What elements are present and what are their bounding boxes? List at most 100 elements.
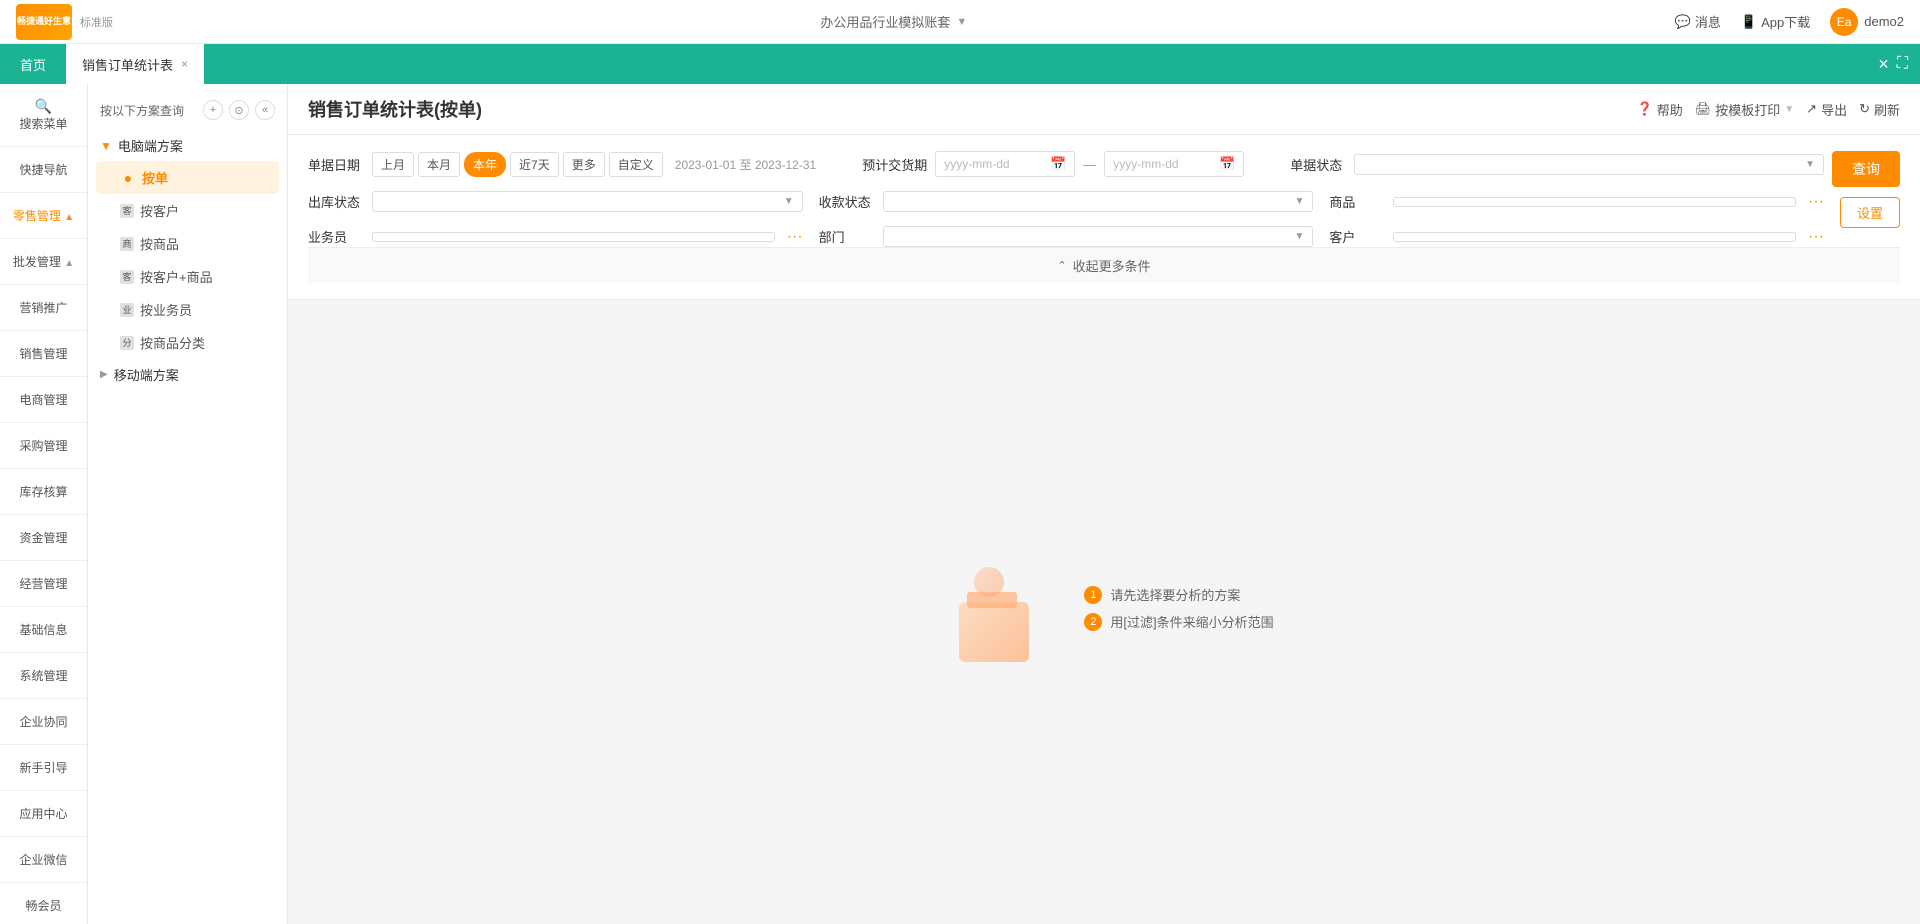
dept-select[interactable]: ▼ <box>883 226 1314 247</box>
sidebar-item-wholesale[interactable]: 批发管理 ▲ <box>0 239 87 285</box>
sidebar-item-ecommerce-label: 电商管理 <box>19 393 67 407</box>
date-btn-custom[interactable]: 自定义 <box>609 152 663 177</box>
settings-button[interactable]: 设置 <box>1840 197 1900 228</box>
date-btn-this-year[interactable]: 本年 <box>464 152 506 177</box>
expected-date-label: 预计交货期 <box>862 155 927 174</box>
collapse-label: 收起更多条件 <box>1073 256 1151 275</box>
top-bar: 畅捷通好生意 标准版 办公用品行业模拟账套 ▼ 💬 消息 📱 App下载 Ea … <box>0 0 1920 44</box>
pay-status-filter: 收款状态 ▼ <box>819 191 1314 212</box>
product-dots[interactable]: ··· <box>1808 193 1824 211</box>
scheme-item-by-customer[interactable]: 客 按客户 <box>96 194 279 227</box>
sidebar-item-marketing[interactable]: 营销推广 <box>0 285 87 331</box>
hint-num-2: 2 <box>1084 613 1102 631</box>
sidebar-item-inventory[interactable]: 库存核算 <box>0 469 87 515</box>
app-download-button[interactable]: 📱 App下载 <box>1741 12 1810 31</box>
sidebar-item-corp-collab[interactable]: 企业协同 <box>0 699 87 745</box>
add-scheme-button[interactable]: + <box>203 100 223 120</box>
expected-date-end[interactable]: yyyy-mm-dd 📅 <box>1104 151 1244 177</box>
message-button[interactable]: 💬 消息 <box>1675 12 1721 31</box>
user-area[interactable]: Ea demo2 <box>1830 8 1904 36</box>
help-label: 帮助 <box>1657 100 1683 119</box>
sidebar-item-app-center[interactable]: 应用中心 <box>0 791 87 837</box>
message-icon: 💬 <box>1675 14 1691 30</box>
sidebar-item-retail[interactable]: 零售管理 ▲ <box>0 193 87 239</box>
customer-select[interactable] <box>1393 232 1796 242</box>
filter-row-2: 出库状态 ▼ 收款状态 ▼ <box>308 191 1824 212</box>
workspace-selector[interactable]: 办公用品行业模拟账套 ▼ <box>820 12 967 31</box>
search-button[interactable]: 查询 <box>1832 151 1900 187</box>
hint-num-1: 1 <box>1084 586 1102 604</box>
scheme-by-salesman-icon: 业 <box>120 303 134 317</box>
sidebar-item-basic-info[interactable]: 基础信息 <box>0 607 87 653</box>
print-button[interactable]: 🖨 按模板打印 ▼ <box>1695 100 1794 119</box>
filter-right-buttons: 查询 设置 <box>1832 151 1900 228</box>
sidebar-item-system[interactable]: 系统管理 <box>0 653 87 699</box>
sidebar-item-member[interactable]: 畅会员 <box>0 883 87 924</box>
print-label: 按模板打印 <box>1715 100 1780 119</box>
tab-close-icon[interactable]: × <box>181 57 188 71</box>
help-button[interactable]: ❓ 帮助 <box>1637 100 1683 119</box>
tab-home[interactable]: 首页 <box>0 44 66 84</box>
salesman-label: 业务员 <box>308 227 364 246</box>
page-title: 销售订单统计表(按单) <box>308 96 482 134</box>
scheme-item-by-customer-product[interactable]: 客 按客户+商品 <box>96 260 279 293</box>
tab-bar-right: × ⛶ <box>1878 54 1920 75</box>
sidebar-item-ecommerce[interactable]: 电商管理 <box>0 377 87 423</box>
scheme-by-customer-icon: 客 <box>120 204 134 218</box>
calendar-icon-1: 📅 <box>1050 156 1066 172</box>
out-status-select[interactable]: ▼ <box>372 191 803 212</box>
collapse-chevron-icon: ⌃ <box>1057 259 1066 272</box>
product-select[interactable] <box>1393 197 1796 207</box>
sidebar-item-purchase[interactable]: 采购管理 <box>0 423 87 469</box>
sidebar-search[interactable]: 🔍 搜索菜单 <box>0 84 87 147</box>
date-btn-more[interactable]: 更多 <box>563 152 605 177</box>
empty-hint-2: 2 用[过滤]条件来缩小分析范围 <box>1084 612 1273 631</box>
refresh-button[interactable]: ↻ 刷新 <box>1859 100 1900 119</box>
username: demo2 <box>1864 14 1904 29</box>
workspace-dropdown-icon[interactable]: ▼ <box>956 16 967 28</box>
mobile-scheme-group-header[interactable]: ▶ 移动端方案 <box>96 359 279 390</box>
sidebar-item-newbie[interactable]: 新手引导 <box>0 745 87 791</box>
collapse-filter-button[interactable]: ⌃ 收起更多条件 <box>308 247 1900 283</box>
scheme-item-by-product[interactable]: 商 按商品 <box>96 227 279 260</box>
export-button[interactable]: ↗ 导出 <box>1806 100 1847 119</box>
doc-status-select[interactable]: ▼ <box>1354 154 1824 175</box>
salesman-dots[interactable]: ··· <box>787 228 803 246</box>
doc-status-arrow: ▼ <box>1805 159 1815 170</box>
pay-status-select[interactable]: ▼ <box>883 191 1314 212</box>
date-btn-this-month[interactable]: 本月 <box>418 152 460 177</box>
sidebar-item-basic-info-label: 基础信息 <box>19 623 67 637</box>
window-close-icon[interactable]: × <box>1878 54 1889 75</box>
edit-scheme-button[interactable]: ⊙ <box>229 100 249 120</box>
search-icon: 🔍 <box>35 98 52 114</box>
sidebar-shortcut[interactable]: 快捷导航 <box>0 147 87 193</box>
edit-icon: ⊙ <box>234 104 243 117</box>
sidebar-item-wechat[interactable]: 企业微信 <box>0 837 87 883</box>
sidebar-item-retail-arrow: ▲ <box>64 212 74 223</box>
date-filter: 单据日期 上月 本月 本年 近7天 更多 自定义 2023-01-01 至 20… <box>308 152 816 177</box>
pc-scheme-group-header[interactable]: ▼ 电脑端方案 <box>96 130 279 161</box>
collapse-panel-button[interactable]: « <box>255 100 275 120</box>
tab-bar: 首页 销售订单统计表 × × ⛶ <box>0 44 1920 84</box>
scheme-item-by-category[interactable]: 分 按商品分类 <box>96 326 279 359</box>
window-maximize-icon[interactable]: ⛶ <box>1897 55 1908 73</box>
scheme-item-by-salesman[interactable]: 业 按业务员 <box>96 293 279 326</box>
help-icon: ❓ <box>1637 101 1653 117</box>
calendar-icon-2: 📅 <box>1219 156 1235 172</box>
salesman-select[interactable] <box>372 232 775 242</box>
scheme-item-by-order[interactable]: ● 按单 <box>96 161 279 194</box>
expected-date-start[interactable]: yyyy-mm-dd 📅 <box>935 151 1075 177</box>
date-btn-last-month[interactable]: 上月 <box>372 152 414 177</box>
sidebar-item-finance[interactable]: 资金管理 <box>0 515 87 561</box>
top-bar-left: 畅捷通好生意 标准版 <box>16 4 113 40</box>
customer-dots[interactable]: ··· <box>1808 228 1824 246</box>
hint-text-2: 用[过滤]条件来缩小分析范围 <box>1110 612 1273 631</box>
add-icon: + <box>210 104 216 116</box>
sidebar-item-operations[interactable]: 经营管理 <box>0 561 87 607</box>
sidebar-item-app-center-label: 应用中心 <box>19 807 67 821</box>
print-icon: 🖨 <box>1695 101 1712 117</box>
date-btn-last-7[interactable]: 近7天 <box>510 152 559 177</box>
sidebar-item-sales[interactable]: 销售管理 <box>0 331 87 377</box>
export-icon: ↗ <box>1806 101 1817 117</box>
tab-sales-stats[interactable]: 销售订单统计表 × <box>66 44 204 84</box>
